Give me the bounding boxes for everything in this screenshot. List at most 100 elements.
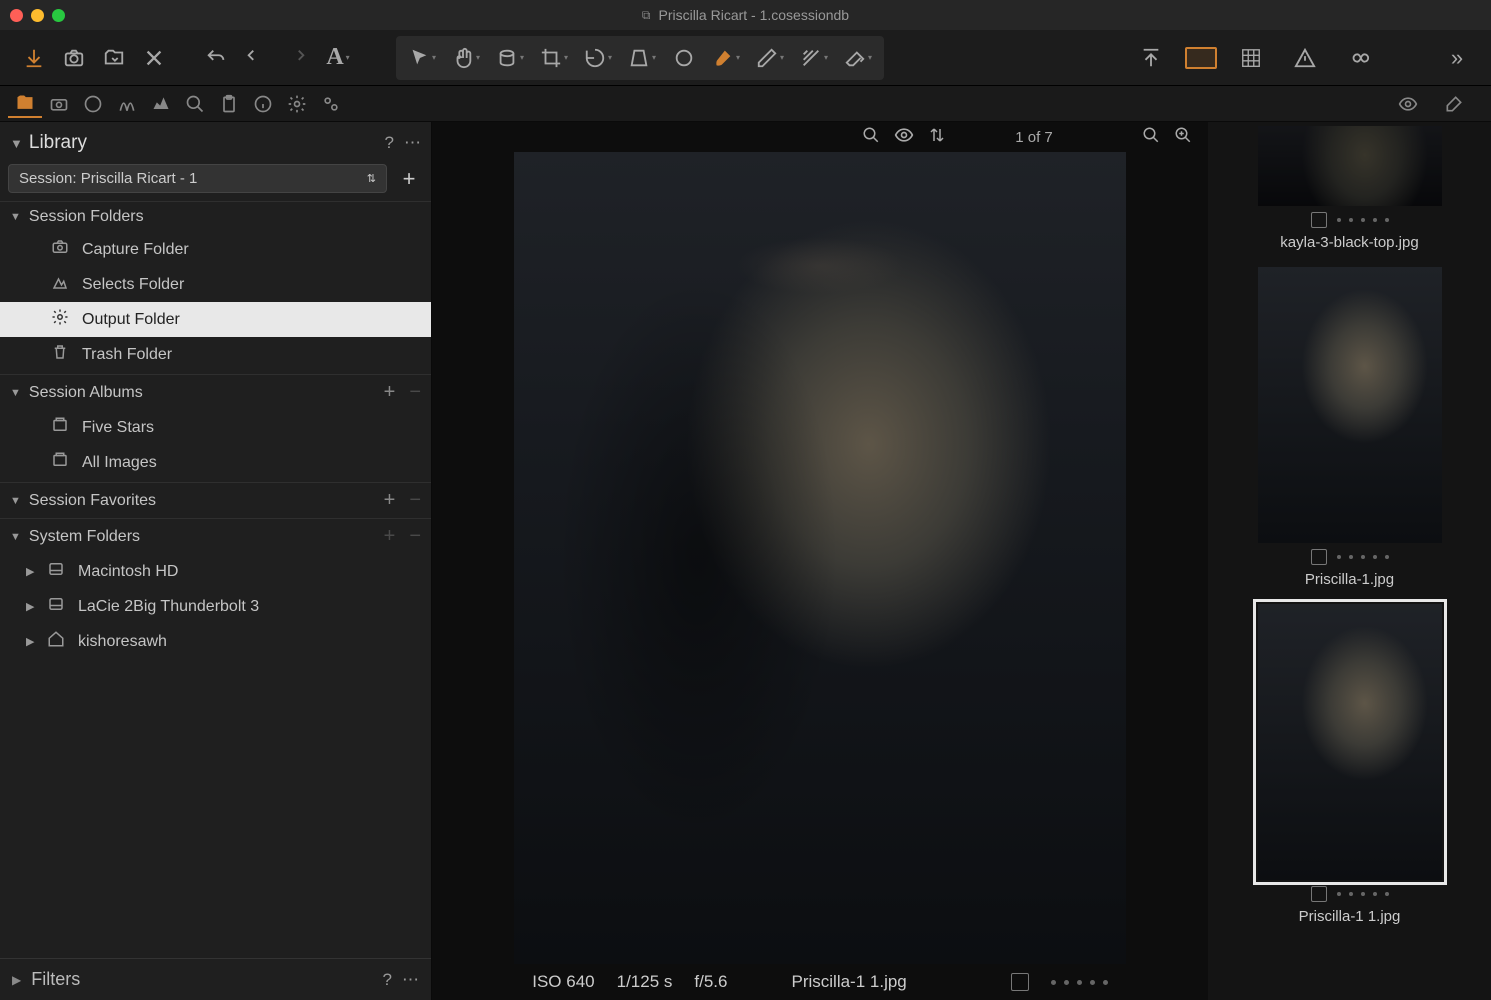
title-bar: ⧉ Priscilla Ricart - 1.cosessiondb: [0, 0, 1491, 30]
crop-overlay-toggle[interactable]: [1185, 47, 1217, 69]
proof-toggle[interactable]: [894, 125, 914, 149]
warning-icon: [1294, 47, 1316, 69]
zoom-search-button[interactable]: [862, 126, 880, 148]
filters-menu-button[interactable]: ⋯: [402, 970, 419, 990]
auto-adjust-button[interactable]: A▾: [316, 38, 360, 78]
thumbnail-image[interactable]: [1258, 267, 1442, 543]
edit-toggle[interactable]: [1437, 90, 1471, 118]
tab-lens[interactable]: [76, 90, 110, 118]
system-folders-header[interactable]: ▼ System Folders + −: [0, 519, 431, 554]
add-album-button[interactable]: +: [384, 381, 396, 404]
system-item-label: kishoresawh: [78, 633, 167, 651]
session-favorites-header[interactable]: ▼ Session Favorites + −: [0, 483, 431, 518]
adjust-brush-tool[interactable]: ▾: [748, 38, 792, 78]
focus-mask-toggle[interactable]: [1339, 38, 1379, 78]
tab-metadata[interactable]: [246, 90, 280, 118]
filters-panel-header[interactable]: ▶ Filters ? ⋯: [0, 958, 431, 1000]
thumb-color-tag[interactable]: [1311, 212, 1327, 228]
chevron-right-icon[interactable]: ▶: [26, 565, 38, 578]
system-item[interactable]: ▶ kishoresawh: [0, 624, 431, 659]
eye-icon: [1398, 94, 1418, 114]
grid-toggle[interactable]: [1231, 38, 1271, 78]
tab-library[interactable]: [8, 90, 42, 118]
session-folders-header[interactable]: ▼ Session Folders: [0, 202, 431, 232]
chevron-right-icon[interactable]: ▶: [26, 635, 38, 648]
tab-exposure[interactable]: [144, 90, 178, 118]
pan-tool[interactable]: ▾: [444, 38, 488, 78]
tab-capture[interactable]: [42, 90, 76, 118]
add-favorite-button[interactable]: +: [384, 489, 396, 512]
folder-item[interactable]: Output Folder: [0, 302, 431, 337]
keystone-tool[interactable]: ▾: [620, 38, 664, 78]
chevron-right-icon[interactable]: ▶: [26, 600, 38, 613]
cursor-tools-group: ▾ ▾ ▾ ▾ ▾ ▾ ▾ ▾ ▾ ▾: [396, 36, 884, 80]
gradient-tool[interactable]: ▾: [792, 38, 836, 78]
folder-item[interactable]: Trash Folder: [0, 337, 431, 372]
system-item[interactable]: ▶LaCie 2Big Thunderbolt 3: [0, 589, 431, 624]
thumb-color-tag[interactable]: [1311, 549, 1327, 565]
warning-toggle[interactable]: [1285, 38, 1325, 78]
loupe-tool[interactable]: ▾: [488, 38, 532, 78]
rating-selector[interactable]: [1051, 980, 1108, 985]
rating-dot: [1051, 980, 1056, 985]
overflow-button[interactable]: »: [1437, 38, 1477, 78]
remove-favorite-button[interactable]: −: [409, 489, 421, 512]
thumbnail-image[interactable]: [1258, 604, 1442, 880]
spot-tool[interactable]: [664, 38, 704, 78]
eraser-tool[interactable]: ▾: [836, 38, 880, 78]
camera-icon: [49, 94, 69, 114]
add-system-button[interactable]: +: [384, 525, 396, 548]
window-close-button[interactable]: [10, 9, 23, 22]
album-item[interactable]: Five Stars: [0, 410, 431, 445]
crop-tool[interactable]: ▾: [532, 38, 576, 78]
folder-item[interactable]: Capture Folder: [0, 232, 431, 267]
sort-button[interactable]: [928, 126, 946, 148]
thumb-rating[interactable]: [1337, 218, 1389, 222]
import-button[interactable]: [14, 38, 54, 78]
session-albums-header[interactable]: ▼ Session Albums + −: [0, 375, 431, 410]
browser-search-button[interactable]: [1142, 126, 1160, 148]
library-panel-header[interactable]: ▼ Library ? ⋯: [0, 122, 431, 164]
tab-output[interactable]: [280, 90, 314, 118]
rating-dot: [1103, 980, 1108, 985]
rating-dot: [1385, 555, 1389, 559]
tab-batch[interactable]: [314, 90, 348, 118]
help-button[interactable]: ?: [385, 133, 394, 153]
window-minimize-button[interactable]: [31, 9, 44, 22]
undo-button[interactable]: [196, 38, 236, 78]
capture-button[interactable]: [54, 38, 94, 78]
thumb-color-tag[interactable]: [1311, 886, 1327, 902]
browser-filter-button[interactable]: [1174, 126, 1192, 148]
move-button[interactable]: [94, 38, 134, 78]
delete-button[interactable]: [134, 38, 174, 78]
album-item[interactable]: All Images: [0, 445, 431, 480]
export-button[interactable]: [1131, 38, 1171, 78]
thumb-rating[interactable]: [1337, 555, 1389, 559]
session-selector[interactable]: Session: Priscilla Ricart - 1 ⇅: [8, 164, 387, 193]
preview-toggle[interactable]: [1391, 90, 1425, 118]
system-item[interactable]: ▶Macintosh HD: [0, 554, 431, 589]
thumbnail-image[interactable]: [1258, 126, 1442, 206]
redo-button[interactable]: [276, 38, 316, 78]
tab-color[interactable]: [110, 90, 144, 118]
color-tag-selector[interactable]: [1011, 973, 1029, 991]
gears-icon: [321, 94, 341, 114]
tab-adjustments[interactable]: [212, 90, 246, 118]
filters-help-button[interactable]: ?: [383, 970, 392, 990]
select-tool[interactable]: ▾: [400, 38, 444, 78]
remove-system-button[interactable]: −: [409, 525, 421, 548]
chevron-down-icon: ▼: [10, 387, 21, 399]
tab-details[interactable]: [178, 90, 212, 118]
panel-menu-button[interactable]: ⋯: [404, 133, 421, 153]
remove-album-button[interactable]: −: [409, 381, 421, 404]
main-image-preview[interactable]: [514, 152, 1126, 964]
folder-item[interactable]: Selects Folder: [0, 267, 431, 302]
new-session-button[interactable]: +: [395, 165, 423, 193]
brush-tool[interactable]: ▾: [704, 38, 748, 78]
magnifier-icon: [1142, 126, 1160, 144]
drive-icon: [46, 560, 66, 583]
thumb-rating[interactable]: [1337, 892, 1389, 896]
window-zoom-button[interactable]: [52, 9, 65, 22]
reset-button[interactable]: [236, 38, 276, 78]
rotate-tool[interactable]: ▾: [576, 38, 620, 78]
